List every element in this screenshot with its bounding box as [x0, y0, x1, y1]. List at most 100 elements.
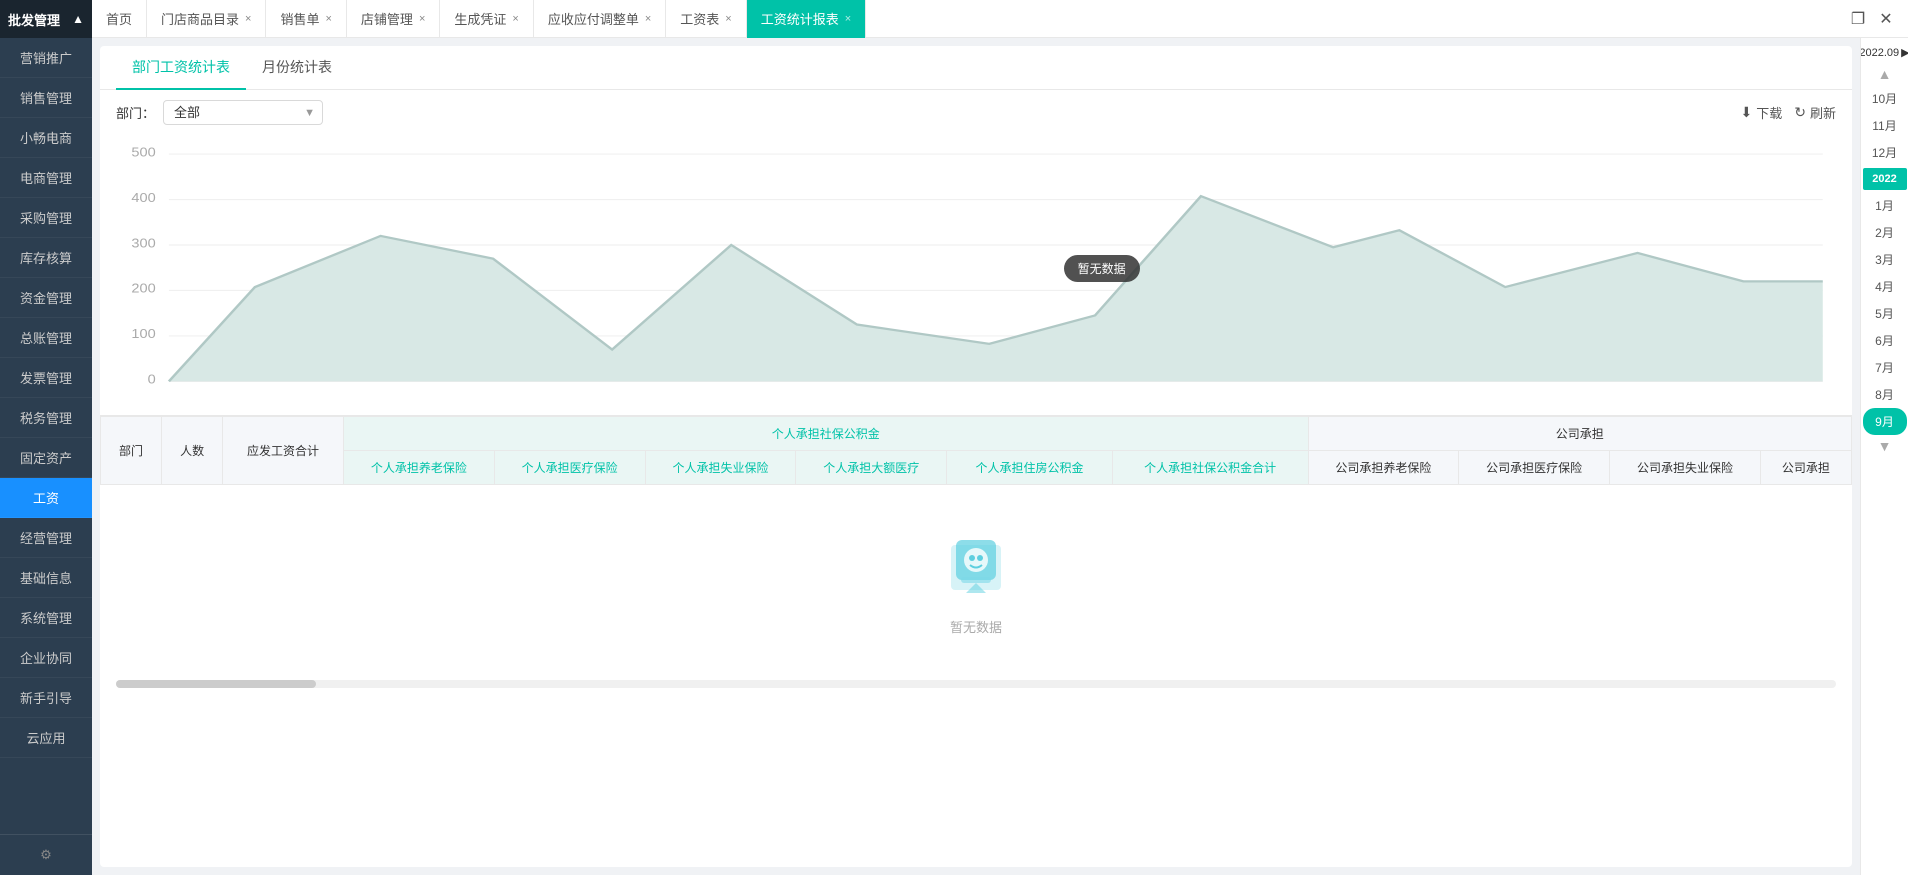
- time-item-mar[interactable]: 3月: [1863, 246, 1907, 273]
- empty-icon: [936, 525, 1016, 605]
- table-container[interactable]: 部门 人数 应发工资合计 个人承担社保公积金 公司承担 个人承担养老保险个人承担…: [100, 415, 1852, 867]
- tab-ar-adjust[interactable]: 应收应付调整单×: [534, 0, 666, 38]
- dept-select-wrapper: 全部财务部销售部采购部仓储部 ▼: [163, 100, 323, 125]
- time-item-feb[interactable]: 2月: [1863, 219, 1907, 246]
- sidebar: 批发管理 ▲ 营销推广销售管理小畅电商电商管理采购管理库存核算资金管理总账管理发…: [0, 0, 92, 875]
- tab-items: 首页门店商品目录×销售单×店铺管理×生成凭证×应收应付调整单×工资表×工资统计报…: [92, 0, 1844, 38]
- time-item-jan[interactable]: 1月: [1863, 192, 1907, 219]
- sidebar-item-operation[interactable]: 经营管理: [0, 518, 92, 558]
- toolbar-left: 部门： 全部财务部销售部采购部仓储部 ▼: [116, 100, 323, 125]
- sidebar-item-system[interactable]: 系统管理: [0, 598, 92, 638]
- col-sub-1: 个人承担医疗保险: [494, 451, 645, 485]
- col-dept: 部门: [101, 417, 162, 485]
- tab-close-voucher[interactable]: ×: [512, 13, 518, 25]
- col-sub-5: 个人承担社保公积金合计: [1112, 451, 1308, 485]
- sidebar-item-tax[interactable]: 税务管理: [0, 398, 92, 438]
- time-item-may[interactable]: 5月: [1863, 300, 1907, 327]
- tab-home[interactable]: 首页: [92, 0, 147, 38]
- time-item-sep[interactable]: 9月: [1863, 408, 1907, 435]
- col-sub-7: 公司承担医疗保险: [1459, 451, 1610, 485]
- sidebar-item-ecommerce[interactable]: 电商管理: [0, 158, 92, 198]
- inner-tab-month-stats[interactable]: 月份统计表: [246, 46, 348, 90]
- svg-text:300: 300: [131, 236, 155, 250]
- window-restore-btn[interactable]: ❐: [1844, 5, 1872, 33]
- time-item-aug[interactable]: 8月: [1863, 381, 1907, 408]
- sidebar-item-cloud[interactable]: 云应用: [0, 718, 92, 758]
- download-button[interactable]: ⬇ 下载: [1741, 103, 1783, 122]
- chart-svg: 500 400 300 200 100 0: [116, 145, 1836, 395]
- time-panel-title: 2022.09: [1860, 47, 1899, 59]
- refresh-icon: ↻: [1794, 104, 1806, 121]
- tab-close-payroll-report[interactable]: ×: [845, 13, 851, 25]
- sidebar-item-payroll[interactable]: 工资: [0, 478, 92, 518]
- empty-text: 暂无数据: [950, 617, 1002, 636]
- tab-payroll-report[interactable]: 工资统计报表×: [747, 0, 866, 38]
- dept-select[interactable]: 全部财务部销售部采购部仓储部: [163, 100, 323, 125]
- tab-voucher[interactable]: 生成凭证×: [440, 0, 533, 38]
- tab-sales-order[interactable]: 销售单×: [266, 0, 346, 38]
- time-panel: 2022.09 ▶ ▲ 10月 11月 12月 2022 1月 2月 3月 4月…: [1860, 38, 1908, 875]
- col-sub-0: 个人承担养老保险: [344, 451, 495, 485]
- svg-text:200: 200: [131, 282, 155, 296]
- col-sub-4: 个人承担住房公积金: [947, 451, 1113, 485]
- settings-icon: ⚙: [40, 847, 52, 862]
- col-total-salary: 应发工资合计: [223, 417, 344, 485]
- svg-text:0: 0: [148, 373, 156, 387]
- tab-close-ar-adjust[interactable]: ×: [645, 13, 651, 25]
- sidebar-item-inventory[interactable]: 库存核算: [0, 238, 92, 278]
- time-item-jun[interactable]: 6月: [1863, 327, 1907, 354]
- time-item-dec[interactable]: 12月: [1863, 139, 1907, 166]
- tab-close-payroll-sheet[interactable]: ×: [725, 13, 731, 25]
- inner-tab-items: 部门工资统计表月份统计表: [116, 46, 348, 89]
- col-sub-6: 公司承担养老保险: [1308, 451, 1459, 485]
- tab-store-mgmt[interactable]: 店铺管理×: [347, 0, 440, 38]
- time-year-2022[interactable]: 2022: [1863, 168, 1907, 190]
- tab-close-store-mgmt[interactable]: ×: [419, 13, 425, 25]
- sidebar-item-sales[interactable]: 销售管理: [0, 78, 92, 118]
- time-nav-up[interactable]: ▲: [1871, 63, 1899, 85]
- tab-catalog[interactable]: 门店商品目录×: [147, 0, 266, 38]
- tab-payroll-sheet[interactable]: 工资表×: [666, 0, 746, 38]
- refresh-button[interactable]: ↻ 刷新: [1794, 103, 1836, 122]
- sidebar-item-assets[interactable]: 固定资产: [0, 438, 92, 478]
- horizontal-scrollbar[interactable]: [116, 680, 1836, 688]
- dept-label: 部门：: [116, 103, 155, 122]
- scrollbar-thumb[interactable]: [116, 680, 316, 688]
- window-close-btn[interactable]: ✕: [1872, 5, 1900, 33]
- svg-text:400: 400: [131, 191, 155, 205]
- sidebar-settings[interactable]: ⚙: [0, 834, 92, 875]
- col-group-company: 公司承担: [1308, 417, 1852, 451]
- sidebar-item-purchase[interactable]: 采购管理: [0, 198, 92, 238]
- col-headcount: 人数: [162, 417, 223, 485]
- main-area: 首页门店商品目录×销售单×店铺管理×生成凭证×应收应付调整单×工资表×工资统计报…: [92, 0, 1908, 875]
- sidebar-item-marketing[interactable]: 营销推广: [0, 38, 92, 78]
- sidebar-item-ledger[interactable]: 总账管理: [0, 318, 92, 358]
- time-item-apr[interactable]: 4月: [1863, 273, 1907, 300]
- tab-end-buttons: ❐ ✕: [1844, 5, 1908, 33]
- time-item-oct[interactable]: 10月: [1863, 85, 1907, 112]
- tab-close-catalog[interactable]: ×: [245, 13, 251, 25]
- time-panel-header[interactable]: 2022.09 ▶: [1860, 42, 1908, 63]
- sidebar-item-ecommerce-small[interactable]: 小畅电商: [0, 118, 92, 158]
- sidebar-item-invoice[interactable]: 发票管理: [0, 358, 92, 398]
- tab-close-sales-order[interactable]: ×: [325, 13, 331, 25]
- page-content: 部门工资统计表月份统计表 部门： 全部财务部销售部采购部仓储部 ▼ ⬇ 下载: [100, 46, 1852, 867]
- col-sub-9: 公司承担: [1760, 451, 1851, 485]
- sidebar-title: 批发管理: [8, 10, 60, 29]
- time-item-nov[interactable]: 11月: [1863, 112, 1907, 139]
- chart-area: 500 400 300 200 100 0: [100, 135, 1852, 415]
- content-area: 部门工资统计表月份统计表 部门： 全部财务部销售部采购部仓储部 ▼ ⬇ 下载: [92, 38, 1908, 875]
- sidebar-item-finance[interactable]: 资金管理: [0, 278, 92, 318]
- sidebar-items: 营销推广销售管理小畅电商电商管理采购管理库存核算资金管理总账管理发票管理税务管理…: [0, 38, 92, 758]
- sidebar-collapse-icon[interactable]: ▲: [72, 12, 84, 26]
- sidebar-item-cooperation[interactable]: 企业协同: [0, 638, 92, 678]
- refresh-label: 刷新: [1810, 103, 1836, 122]
- col-sub-8: 公司承担失业保险: [1610, 451, 1761, 485]
- time-item-jul[interactable]: 7月: [1863, 354, 1907, 381]
- sidebar-item-guide[interactable]: 新手引导: [0, 678, 92, 718]
- empty-state: 暂无数据: [100, 485, 1852, 676]
- data-table: 部门 人数 应发工资合计 个人承担社保公积金 公司承担 个人承担养老保险个人承担…: [100, 416, 1852, 485]
- sidebar-item-basic[interactable]: 基础信息: [0, 558, 92, 598]
- time-nav-down[interactable]: ▼: [1871, 435, 1899, 457]
- inner-tab-dept-stats[interactable]: 部门工资统计表: [116, 46, 246, 90]
